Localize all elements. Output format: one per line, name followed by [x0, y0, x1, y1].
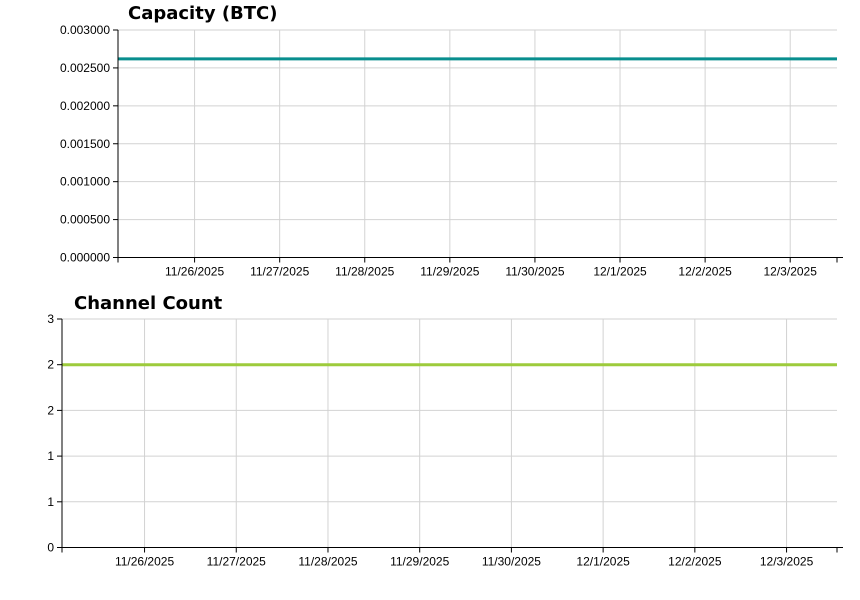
x-tick-label: 12/2/2025: [668, 555, 722, 569]
x-tick-label: 12/1/2025: [576, 555, 630, 569]
x-tick-label: 12/3/2025: [764, 265, 818, 279]
y-tick-label: 0.002000: [60, 99, 110, 113]
y-tick-label: 0.000000: [60, 251, 110, 265]
charts-panel: Capacity (BTC) Channel Count 0.003000 0.0…: [0, 0, 860, 600]
x-tick-label: 11/27/2025: [250, 265, 309, 279]
charts-plot-area: 0.003000 0.002500 0.002000 0.001500 0.001000…: [47, 23, 843, 569]
x-tick-label: 12/1/2025: [593, 265, 647, 279]
x-tick-label: 11/28/2025: [335, 265, 394, 279]
x-tick-label: 11/27/2025: [207, 555, 266, 569]
y-tick-label: 3: [47, 312, 54, 326]
x-tick-label: 11/29/2025: [390, 555, 449, 569]
channel-count-group: 3 2 2 1 1 0 11/26/2025 11/27/2025 11/28/2025 11/2…: [47, 312, 843, 569]
x-tick-label: 11/30/2025: [482, 555, 541, 569]
y-tick-label: 2: [47, 358, 54, 372]
y-tick-label: 0.000500: [60, 213, 110, 227]
x-tick-label: 12/2/2025: [678, 265, 732, 279]
capacity-btc--group: 0.003000 0.002500 0.002000 0.001500 0.001000…: [60, 23, 843, 279]
x-tick-label: 11/26/2025: [165, 265, 224, 279]
y-tick-label: 0.002500: [60, 61, 110, 75]
y-tick-label: 1: [47, 449, 54, 463]
y-tick-label: 0.003000: [60, 23, 110, 37]
y-tick-label: 0: [47, 541, 54, 555]
x-tick-label: 12/3/2025: [760, 555, 814, 569]
x-tick-label: 11/26/2025: [115, 555, 174, 569]
x-tick-label: 11/30/2025: [505, 265, 564, 279]
x-tick-label: 11/29/2025: [420, 265, 479, 279]
y-tick-label: 0.001000: [60, 175, 110, 189]
y-tick-label: 1: [47, 495, 54, 509]
x-tick-label: 11/28/2025: [298, 555, 357, 569]
y-tick-label: 0.001500: [60, 137, 110, 151]
y-tick-label: 2: [47, 403, 54, 417]
